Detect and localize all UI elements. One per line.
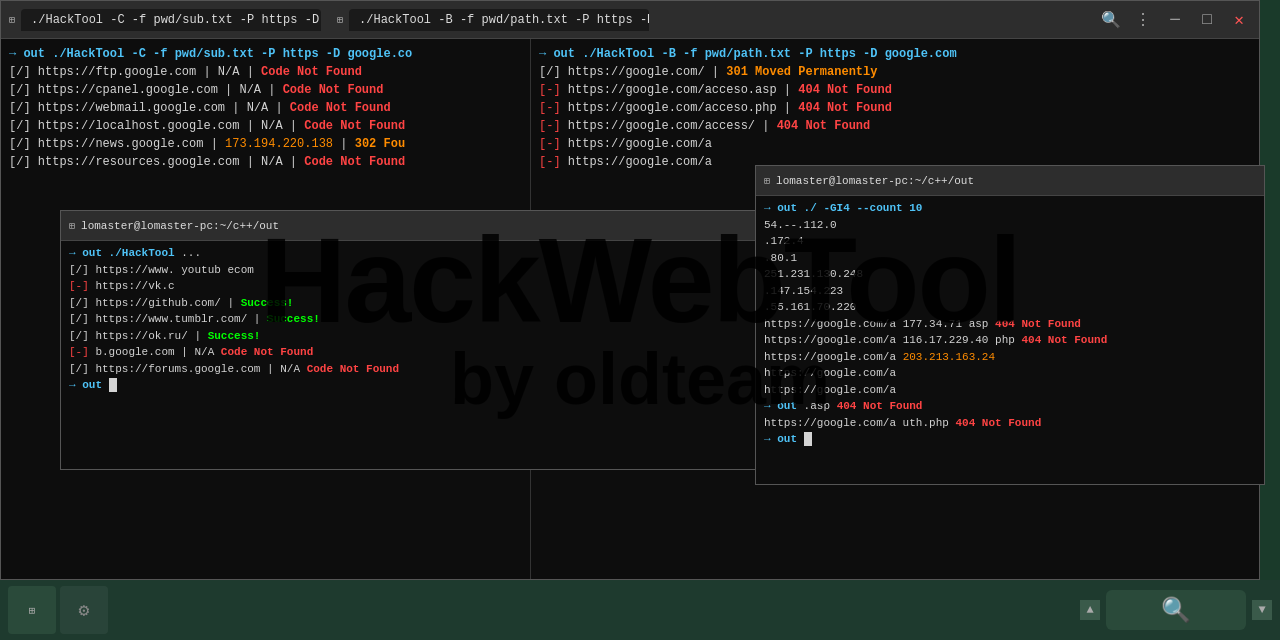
- overlay-left-icon: ⊞: [69, 220, 75, 232]
- left-line-2: [/] https://cpanel.google.com | N/A | Co…: [9, 81, 522, 99]
- close-button[interactable]: ✕: [1227, 8, 1251, 32]
- overlay-left-titlebar: ⊞ lomaster@lomaster-pc:~/c++/out: [61, 211, 799, 241]
- or-last: https://google.com/a uth.php 404 Not Fou…: [764, 415, 1256, 432]
- left-line-1: [/] https://ftp.google.com | N/A | Code …: [9, 63, 522, 81]
- or-out: → out .asp 404 Not Found: [764, 398, 1256, 415]
- overlay-right-content: → out ./ -GI4 --count 10 54.--.112.0 .17…: [756, 196, 1264, 484]
- or-line-10: https://google.com/a: [764, 365, 1256, 382]
- ol-out: → out: [69, 377, 791, 394]
- ol-line-1: [/] https://www. youtub ecom: [69, 262, 791, 279]
- ol-line-3: [/] https://github.com/ | Success!: [69, 295, 791, 312]
- right-line-5: [-] https://google.com/a: [539, 135, 1251, 153]
- taskbar-app1[interactable]: ⚙: [60, 586, 108, 634]
- or-line-3: .80.1: [764, 250, 1256, 267]
- overlay-left-title: lomaster@lomaster-pc:~/c++/out: [81, 220, 279, 232]
- taskbar-search[interactable]: 🔍: [1106, 590, 1246, 630]
- tab2-label: ./HackTool -B -f pwd/path.txt -P https -…: [359, 13, 649, 27]
- tab2-icon: ⊞: [337, 14, 343, 26]
- tab1[interactable]: ./HackTool -C -f pwd/sub.txt -P https -D…: [21, 9, 321, 31]
- or-line-7: https://google.com/a 177.34.71 asp 404 N…: [764, 316, 1256, 333]
- left-line-4: [/] https://localhost.google.com | N/A |…: [9, 117, 522, 135]
- ol-line-7: [/] https://forums.google.com | N/A Code…: [69, 361, 791, 378]
- or-line-5: .147.154.223: [764, 283, 1256, 300]
- menu-button[interactable]: ⋮: [1131, 8, 1155, 32]
- right-line-1: [/] https://google.com/ | 301 Moved Perm…: [539, 63, 1251, 81]
- taskbar-terminal[interactable]: ⊞: [8, 586, 56, 634]
- window-controls: 🔍 ⋮ ─ □ ✕: [1099, 8, 1251, 32]
- taskbar: ⊞ ⚙ ▲ 🔍 ▼: [0, 580, 1280, 640]
- scroll-down-btn[interactable]: ▼: [1252, 600, 1272, 620]
- or-line-8: https://google.com/a 116.17.229.40 php 4…: [764, 332, 1256, 349]
- tab1-icon: ⊞: [9, 14, 15, 26]
- or-cmd: → out ./ -GI4 --count 10: [764, 200, 1256, 217]
- search-icon: 🔍: [1161, 596, 1191, 625]
- or-line-2: .172.4: [764, 233, 1256, 250]
- search-button[interactable]: 🔍: [1099, 8, 1123, 32]
- overlay-right-titlebar: ⊞ lomaster@lomaster-pc:~/c++/out: [756, 166, 1264, 196]
- ol-line-6: [-] b.google.com | N/A Code Not Found: [69, 344, 791, 361]
- scroll-up-btn[interactable]: ▲: [1080, 600, 1100, 620]
- left-cmd: → out ./HackTool -C -f pwd/sub.txt -P ht…: [9, 45, 522, 63]
- overlay-terminal-right: ⊞ lomaster@lomaster-pc:~/c++/out → out .…: [755, 165, 1265, 485]
- left-line-3: [/] https://webmail.google.com | N/A | C…: [9, 99, 522, 117]
- ol-line-2: [-] https://vk.c: [69, 278, 791, 295]
- main-titlebar: ⊞ ./HackTool -C -f pwd/sub.txt -P https …: [1, 1, 1259, 39]
- maximize-button[interactable]: □: [1195, 8, 1219, 32]
- ol-line-5: [/] https://ok.ru/ | Success!: [69, 328, 791, 345]
- or-line-6: .55.161.70.220: [764, 299, 1256, 316]
- cursor-left: [109, 378, 117, 392]
- ol-line-4: [/] https://www.tumblr.com/ | Success!: [69, 311, 791, 328]
- tab2[interactable]: ./HackTool -B -f pwd/path.txt -P https -…: [349, 9, 649, 31]
- right-line-3: [-] https://google.com/acceso.php | 404 …: [539, 99, 1251, 117]
- overlay-right-icon: ⊞: [764, 175, 770, 187]
- left-line-6: [/] https://resources.google.com | N/A |…: [9, 153, 522, 171]
- right-line-2: [-] https://google.com/acceso.asp | 404 …: [539, 81, 1251, 99]
- left-line-5: [/] https://news.google.com | 173.194.22…: [9, 135, 522, 153]
- or-line-4: 251.231.130.248: [764, 266, 1256, 283]
- overlay-left-content: → out ./HackTool ... [/] https://www. yo…: [61, 241, 799, 469]
- or-line-9: https://google.com/a 203.213.163.24: [764, 349, 1256, 366]
- or-cursor: → out: [764, 431, 1256, 448]
- overlay-terminal-left: ⊞ lomaster@lomaster-pc:~/c++/out → out .…: [60, 210, 800, 470]
- or-line-1: 54.--.112.0: [764, 217, 1256, 234]
- cursor-right: [804, 432, 812, 446]
- overlay-right-title: lomaster@lomaster-pc:~/c++/out: [776, 175, 974, 187]
- right-cmd: → out ./HackTool -B -f pwd/path.txt -P h…: [539, 45, 1251, 63]
- or-line-11: https://google.com/a: [764, 382, 1256, 399]
- minimize-button[interactable]: ─: [1163, 8, 1187, 32]
- tab1-label: ./HackTool -C -f pwd/sub.txt -P https -D…: [31, 13, 321, 27]
- ol-cmd: → out ./HackTool ...: [69, 245, 791, 262]
- right-line-4: [-] https://google.com/access/ | 404 Not…: [539, 117, 1251, 135]
